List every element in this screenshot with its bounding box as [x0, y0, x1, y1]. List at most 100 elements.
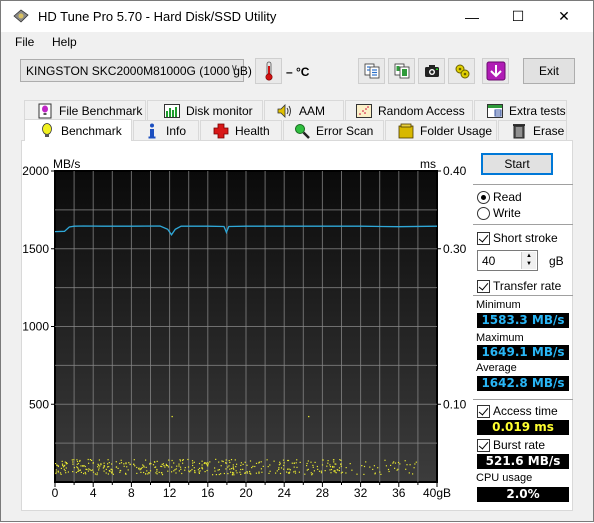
access-time-point: [255, 462, 258, 464]
access-time-point: [232, 471, 234, 474]
access-time-point: [242, 468, 244, 470]
y-tick-label: 500: [29, 397, 49, 411]
spin-up-icon[interactable]: ▲: [522, 252, 536, 260]
x-tick-label: 36: [392, 486, 406, 500]
access-time-point: [87, 470, 89, 472]
access-time-point: [246, 471, 248, 473]
access-time-point: [125, 462, 127, 464]
spin-arrows[interactable]: ▲ ▼: [521, 252, 536, 269]
access-time-point: [64, 470, 66, 472]
access-time-point: [230, 471, 232, 473]
access-time-point: [409, 464, 411, 466]
access-time-point: [268, 472, 270, 474]
access-time-point: [158, 471, 160, 473]
access-time-point: [96, 472, 98, 474]
access-time-point: [92, 469, 94, 471]
access-time-point: [148, 472, 150, 474]
access-time-point: [146, 470, 148, 472]
access-time-point: [373, 465, 375, 467]
access-time-point: [187, 466, 190, 468]
access-time-point: [232, 466, 234, 468]
read-radio[interactable]: Read: [477, 190, 522, 204]
access-time-point: [295, 462, 297, 464]
access-time-point: [201, 467, 203, 469]
access-time-point: [294, 472, 297, 474]
access-time-point: [275, 472, 277, 474]
access-time-point: [329, 466, 332, 468]
access-time-point: [327, 460, 329, 462]
access-time-point: [76, 460, 79, 463]
access-time-point: [337, 469, 339, 471]
access-time-point: [384, 459, 386, 461]
short-stroke-size-input[interactable]: 40 ▲ ▼: [477, 250, 538, 271]
access-time-point: [103, 470, 105, 472]
access-time-point: [415, 461, 417, 463]
tab-benchmark[interactable]: Benchmark: [24, 119, 132, 141]
start-button[interactable]: Start: [481, 153, 553, 175]
access-time-point: [77, 462, 80, 465]
x-tick-label: 12: [163, 486, 177, 500]
access-time-point: [55, 471, 57, 473]
access-time-point: [232, 467, 234, 469]
access-time-point: [55, 463, 57, 465]
access-time-point: [115, 461, 117, 463]
access-time-point: [408, 472, 410, 474]
access-time-point: [396, 469, 398, 471]
access-time-point: [221, 460, 223, 462]
transfer-rate-checkbox[interactable]: Transfer rate: [477, 279, 561, 293]
access-time-point: [119, 462, 121, 465]
access-time-point: [184, 469, 186, 471]
access-time-point: [171, 459, 173, 462]
access-time-point: [176, 465, 178, 467]
access-time-point: [322, 459, 324, 461]
access-time-point: [133, 463, 135, 466]
access-time-point: [299, 461, 301, 463]
short-stroke-checkbox[interactable]: Short stroke: [477, 231, 558, 245]
access-time-point: [330, 472, 332, 474]
access-time-point: [329, 469, 331, 471]
access-time-checkbox[interactable]: Access time: [477, 404, 558, 418]
x-tick-label: 40gB: [423, 486, 451, 500]
access-time-point: [229, 461, 231, 464]
access-time-point: [233, 474, 235, 476]
access-time-point: [279, 461, 281, 463]
access-time-point: [119, 471, 121, 473]
access-time-point: [85, 468, 87, 470]
access-time-point: [107, 463, 109, 465]
access-time-point: [91, 459, 93, 461]
access-time-point: [333, 461, 335, 463]
access-time-point: [83, 465, 85, 467]
access-time-point: [283, 464, 285, 467]
access-time-point: [413, 467, 415, 469]
access-time-point: [110, 468, 112, 470]
access-time-point: [324, 470, 326, 472]
burst-rate-checkbox[interactable]: Burst rate: [477, 438, 545, 452]
spin-down-icon[interactable]: ▼: [522, 260, 536, 268]
access-time-point: [89, 459, 91, 461]
access-time-point: [334, 470, 336, 472]
access-time-point: [340, 472, 342, 474]
access-time-point: [209, 461, 211, 463]
access-time-point: [235, 466, 237, 468]
access-time-point: [115, 466, 118, 468]
access-time-point: [140, 468, 142, 470]
app-window: HD Tune Pro 5.70 - Hard Disk/SSD Utility…: [0, 0, 594, 522]
access-time-point: [242, 463, 244, 465]
access-time-point: [87, 458, 89, 461]
write-radio[interactable]: Write: [477, 206, 521, 220]
access-time-point: [298, 471, 300, 473]
access-time-point: [230, 459, 233, 461]
access-time-point: [85, 473, 87, 475]
access-time-point: [167, 466, 170, 468]
y-tick-label: 2000: [22, 164, 49, 178]
access-time-point: [61, 460, 63, 462]
access-time-point: [225, 459, 227, 461]
access-time-point: [187, 458, 189, 461]
access-time-point: [76, 459, 78, 461]
access-time-point: [111, 469, 113, 471]
access-time-point: [225, 462, 227, 464]
access-time-point: [107, 459, 109, 461]
access-time-point: [363, 465, 366, 468]
access-time-point: [180, 468, 182, 470]
access-time-point: [246, 464, 248, 466]
